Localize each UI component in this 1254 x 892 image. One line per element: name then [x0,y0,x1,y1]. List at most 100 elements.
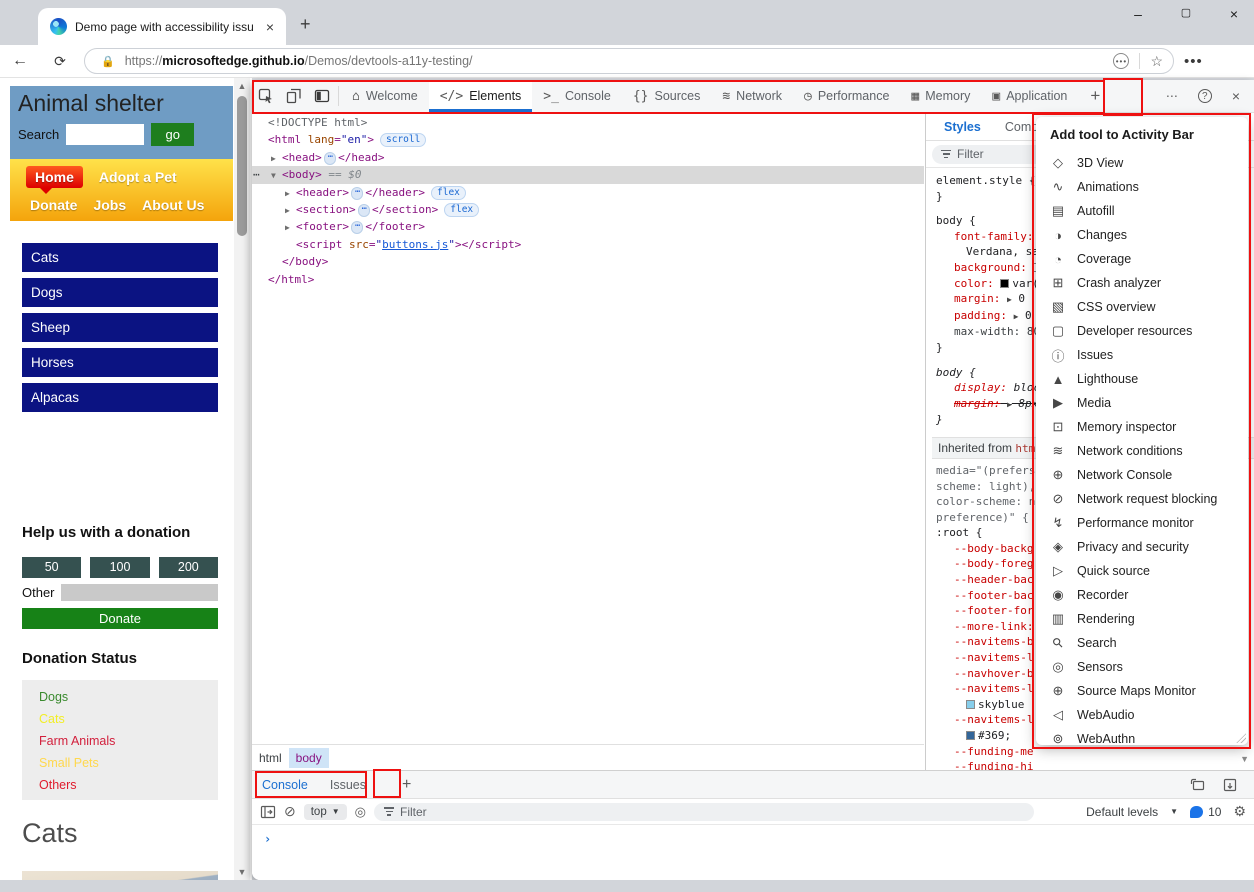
clear-console-icon[interactable]: ⊘ [284,803,296,820]
devtools-tab[interactable]: ⌂ Welcome [341,80,429,112]
menu-item[interactable]: ▶ Media [1050,391,1248,415]
menu-item[interactable]: ⊚ WebAuthn [1050,727,1248,745]
menu-item[interactable]: ▧ CSS overview [1050,295,1248,319]
menu-item[interactable]: ⚲ Search [1048,631,1248,655]
dock-drawer-icon[interactable] [1222,777,1238,793]
menu-item[interactable]: ≋ Network conditions [1050,439,1248,463]
app-window-icon: ▣ [992,88,1001,104]
devtools-more-icon[interactable]: ⋯ [1166,89,1178,103]
devtools-tab[interactable]: >_ Console [532,80,622,112]
devtools-help-icon[interactable]: ? [1197,89,1212,103]
menu-item[interactable]: ◈ Privacy and security [1050,535,1248,559]
address-more-icon[interactable]: ••• [1113,53,1130,69]
search-input[interactable] [66,124,145,145]
amount-button[interactable]: 50 [22,557,82,578]
tab-close-icon[interactable]: × [262,19,278,35]
menu-item[interactable]: ▢ Developer resources [1050,319,1248,343]
devtools-tab[interactable]: {} Sources [622,80,712,112]
browser-menu-icon[interactable]: ••• [1184,53,1203,70]
address-bar[interactable]: 🔒 https://microsoftedge.github.io/Demos/… [84,48,1174,74]
menu-item[interactable]: ▥ Rendering [1050,607,1248,631]
category-button[interactable]: Dogs [22,278,218,307]
console-output[interactable]: › [252,825,1254,865]
menu-item[interactable]: ◉ Recorder [1050,583,1248,607]
menu-item[interactable]: ◔ Coverage [1050,247,1248,271]
devtools-tab[interactable]: ▦ Memory [900,80,981,112]
search-go-button[interactable]: go [151,123,195,146]
activity-bar-position-icon[interactable] [308,80,336,112]
amount-button[interactable]: 200 [158,557,218,578]
amount-button[interactable]: 100 [90,557,150,578]
console-sidebar-icon[interactable] [260,804,276,820]
devtools-close-icon[interactable]: × [1232,88,1240,104]
menu-item[interactable]: ⊕ Network Console [1050,463,1248,487]
window-close-button[interactable]: × [1224,6,1244,22]
menu-item[interactable]: ↯ Performance monitor [1050,511,1248,535]
divider [1139,53,1141,69]
resize-grip[interactable] [1236,733,1246,743]
window-maximize-button[interactable]: ▢ [1176,6,1196,22]
console-filter-input[interactable]: Filter [374,802,1034,821]
menu-item[interactable]: ▤ Autofill [1050,199,1248,223]
scroll-down-icon[interactable]: ▼ [234,867,250,877]
inspect-element-icon[interactable] [252,80,280,112]
log-levels-select[interactable]: Default levels [1086,805,1158,819]
menu-item[interactable]: ◁ WebAudio [1050,703,1248,727]
menu-item[interactable]: ▷ Quick source [1050,559,1248,583]
add-tool-button[interactable]: + [1078,80,1112,112]
nav-item[interactable]: Jobs [93,197,126,213]
browser-tab-strip: Demo page with accessibility issu × + – … [0,0,1254,45]
nav-item[interactable]: Home [26,166,83,194]
menu-item[interactable]: ◇ 3D View [1050,151,1248,175]
device-emulation-icon[interactable] [280,80,308,112]
donate-button[interactable]: Donate [22,608,218,629]
home-icon: ⌂ [352,88,360,104]
menu-item[interactable]: ⊞ Crash analyzer [1050,271,1248,295]
breadcrumb-item[interactable]: html [252,748,289,768]
styles-tab[interactable]: Styles [934,116,991,138]
menu-item[interactable]: ⓘ Issues [1050,343,1248,367]
devtools-tab[interactable]: ≋ Network [711,80,793,112]
drawer-tab[interactable]: Console [262,778,308,792]
live-expression-eye-icon[interactable]: ◎ [355,804,366,820]
breadcrumb-item[interactable]: body [288,747,329,768]
search-icon: ⚲ [1048,633,1067,652]
other-amount-input[interactable] [60,584,218,601]
browser-tab[interactable]: Demo page with accessibility issu × [38,8,286,45]
menu-item[interactable]: ⊘ Network request blocking [1050,487,1248,511]
move-drawer-icon[interactable] [1190,777,1206,793]
scroll-up-icon[interactable]: ▲ [234,81,250,91]
drawer-tab[interactable]: Issues [330,778,366,792]
menu-item[interactable]: ⊡ Memory inspector [1050,415,1248,439]
window-minimize-button[interactable]: – [1128,6,1148,22]
nav-item[interactable]: Adopt a Pet [99,169,177,185]
category-button[interactable]: Cats [22,243,218,272]
url-text: https://microsoftedge.github.io/Demos/de… [124,54,473,68]
recorder-icon: ◉ [1052,587,1064,602]
console-prompt[interactable]: › [264,832,271,846]
nav-item[interactable]: Donate [30,197,77,213]
scrollbar-thumb[interactable] [237,96,247,236]
elements-tree[interactable]: <!DOCTYPE html> <html lang="en"> scroll ▶ <h… [252,114,924,743]
favorites-star-icon[interactable]: ☆ [1150,53,1163,70]
refresh-button[interactable]: ⟳ [40,53,80,70]
nav-item[interactable]: About Us [142,197,204,213]
styles-scroll-down-icon[interactable]: ▼ [1240,754,1249,764]
menu-item[interactable]: ◎ Sensors [1050,655,1248,679]
category-button[interactable]: Sheep [22,313,218,342]
category-button[interactable]: Alpacas [22,383,218,412]
back-button[interactable]: ← [0,52,40,70]
menu-item[interactable]: ⊕ Source Maps Monitor [1050,679,1248,703]
menu-item[interactable]: ▲ Lighthouse [1050,367,1248,391]
devtools-tab[interactable]: ◷ Performance [793,80,900,112]
console-settings-gear-icon[interactable]: ⚙ [1233,803,1246,820]
category-button[interactable]: Horses [22,348,218,377]
page-scrollbar[interactable]: ▲ ▼ [234,78,250,880]
menu-item[interactable]: ∿ Animations [1050,175,1248,199]
devtools-tab[interactable]: </> Elements [428,80,533,112]
drawer-add-tab-button[interactable]: + [402,776,411,794]
menu-item[interactable]: ◑ Changes [1050,223,1248,247]
devtools-tab[interactable]: ▣ Application [981,80,1078,112]
javascript-context-select[interactable]: top ▼ [303,803,347,820]
new-tab-button[interactable]: + [300,14,311,35]
